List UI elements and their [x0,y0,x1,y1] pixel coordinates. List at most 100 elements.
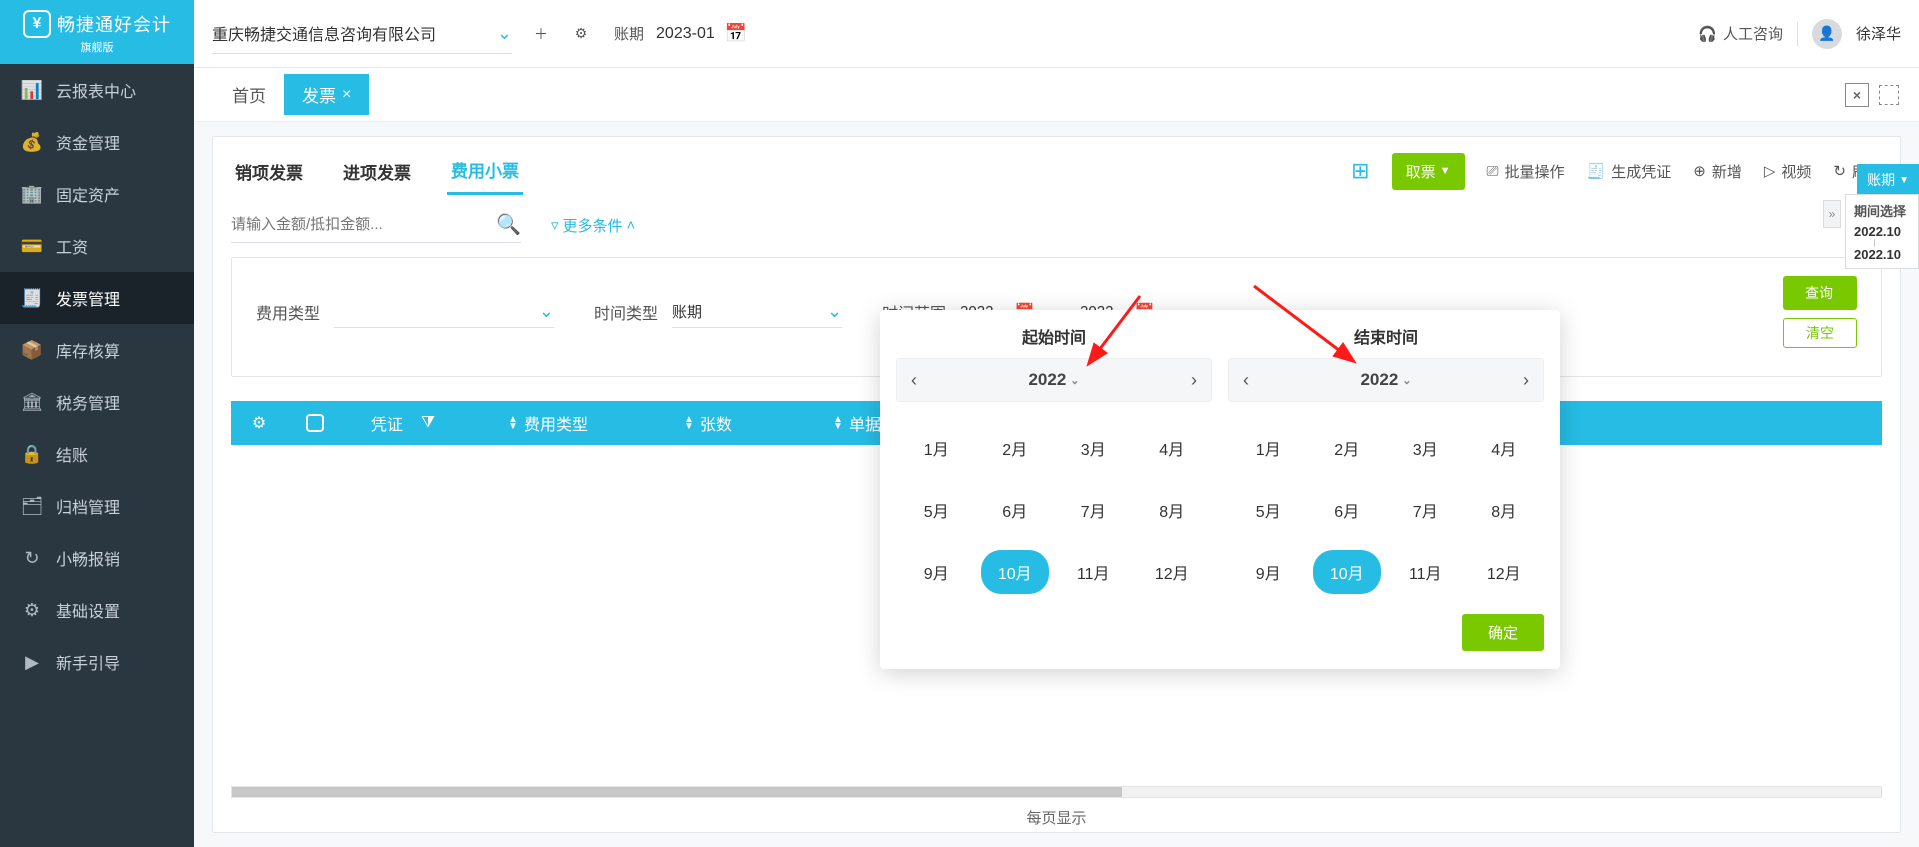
fetch-button[interactable]: 取票▼ [1392,153,1465,190]
clear-button[interactable]: 清空 [1783,318,1857,348]
th-count[interactable]: ▲▼张数 [633,411,783,435]
page-tabs: 首页 发票 × × [194,68,1919,122]
month-option[interactable]: 10月 [981,550,1050,594]
nav-reimburse[interactable]: ↻小畅报销 [0,532,194,584]
search-input[interactable] [231,216,496,233]
next-year-button[interactable]: › [1523,370,1529,391]
period-chip[interactable]: 账期▼ [1857,164,1919,196]
th-settings[interactable]: ⚙ [231,413,287,433]
time-type-select[interactable]: 账期⌄ [672,296,842,328]
subtab-sales[interactable]: 销项发票 [231,149,307,194]
month-option[interactable]: 8月 [1138,488,1207,532]
th-voucher[interactable]: 凭证⧩ [343,411,463,435]
nav-inventory[interactable]: 📦库存核算 [0,324,194,376]
caret-down-icon: ▼ [1440,165,1451,177]
month-option[interactable]: 6月 [981,488,1050,532]
refresh-icon: ↻ [1833,162,1846,180]
settings-button[interactable]: ⚙ [570,23,592,45]
search-row: 🔍 ▿ 更多条件 ˄ [213,195,1900,257]
add-button[interactable]: ⊕新增 [1693,161,1742,182]
headset-icon: 🎧 [1698,25,1717,43]
nav-close[interactable]: 🔒结账 [0,428,194,480]
add-button[interactable]: ＋ [530,23,552,45]
fullscreen-button[interactable] [1879,85,1899,105]
company-select[interactable]: 重庆畅捷交通信息咨询有限公司 ⌄ [212,14,512,54]
month-option[interactable]: 4月 [1470,426,1539,470]
collapse-button[interactable]: » [1823,200,1841,228]
month-option[interactable]: 2月 [1313,426,1382,470]
live-consult-button[interactable]: 🎧 人工咨询 [1698,23,1783,44]
caret-down-icon: ▼ [1899,175,1909,186]
period-panel-title: 期间选择 [1854,201,1910,220]
expense-type-select[interactable]: ⌄ [334,296,554,328]
subtab-purchase[interactable]: 进项发票 [339,149,415,194]
avatar[interactable]: 👤 [1812,19,1842,49]
nav-cloud-report[interactable]: 📊云报表中心 [0,64,194,116]
month-option[interactable]: 10月 [1313,550,1382,594]
close-icon[interactable]: × [342,86,351,104]
month-option[interactable]: 3月 [1391,426,1460,470]
month-option[interactable]: 6月 [1313,488,1382,532]
app-logo: ¥ 畅捷通好会计 旗舰版 [0,0,194,64]
period-panel: 期间选择 2022.10 2022.10 [1845,194,1919,269]
batch-button[interactable]: ⎚批量操作 [1487,161,1565,182]
prev-year-button[interactable]: ‹ [1243,370,1249,391]
nav-fixed-asset[interactable]: 🏢固定资产 [0,168,194,220]
expense-type-label: 费用类型 [256,300,320,324]
th-checkbox[interactable] [287,414,343,432]
bag-icon: 💰 [22,132,42,152]
calendar-icon[interactable]: 📅 [725,23,747,44]
nav-guide[interactable]: ▶新手引导 [0,636,194,688]
nav-settings[interactable]: ⚙基础设置 [0,584,194,636]
month-option[interactable]: 9月 [1234,550,1303,594]
close-all-button[interactable]: × [1845,83,1869,107]
confirm-button[interactable]: 确定 [1462,614,1544,651]
subtab-expense[interactable]: 费用小票 [447,147,523,195]
logo-mark-icon: ¥ [23,10,51,38]
month-option[interactable]: 7月 [1059,488,1128,532]
month-option[interactable]: 11月 [1391,550,1460,594]
nav-salary[interactable]: 💳工资 [0,220,194,272]
list-icon: ⎚ [1487,163,1499,180]
month-option[interactable]: 9月 [902,550,971,594]
more-conditions-toggle[interactable]: ▿ 更多条件 ˄ [551,215,635,236]
date-range-popup: 起始时间 ‹ 2022⌄ › 1月2月3月4月5月6月7月8月9月10月11月1… [880,310,1560,669]
tab-home[interactable]: 首页 [214,74,284,115]
nav-invoice[interactable]: 🧾发票管理 [0,272,194,324]
qr-icon[interactable]: ⊞ [1351,158,1369,184]
period-end[interactable]: 2022.10 [1854,247,1910,262]
month-option[interactable]: 4月 [1138,426,1207,470]
month-option[interactable]: 1月 [1234,426,1303,470]
month-option[interactable]: 11月 [1059,550,1128,594]
month-option[interactable]: 7月 [1391,488,1460,532]
month-option[interactable]: 1月 [902,426,971,470]
search-icon[interactable]: 🔍 [496,212,521,237]
month-option[interactable]: 2月 [981,426,1050,470]
month-option[interactable]: 5月 [902,488,971,532]
nav-archive[interactable]: 🗂归档管理 [0,480,194,532]
nav-tax[interactable]: 🏛税务管理 [0,376,194,428]
month-option[interactable]: 12月 [1470,550,1539,594]
gen-voucher-button[interactable]: 🧾生成凭证 [1587,161,1672,182]
period-start[interactable]: 2022.10 [1854,224,1910,239]
th-type[interactable]: ▲▼费用类型 [463,411,633,435]
month-option[interactable]: 5月 [1234,488,1303,532]
filter-icon: ▿ [551,216,559,234]
horizontal-scrollbar[interactable] [231,786,1882,798]
tab-invoice[interactable]: 发票 × [284,74,369,115]
prev-year-button[interactable]: ‹ [911,370,917,391]
year-select[interactable]: 2022⌄ [1028,370,1079,390]
building-icon: 🏢 [22,184,42,204]
year-select[interactable]: 2022⌄ [1360,370,1411,390]
video-button[interactable]: ▷视频 [1764,161,1812,182]
month-option[interactable]: 3月 [1059,426,1128,470]
next-year-button[interactable]: › [1191,370,1197,391]
nav-fund[interactable]: 💰资金管理 [0,116,194,168]
gear-icon: ⚙ [22,600,42,620]
month-option[interactable]: 12月 [1138,550,1207,594]
topbar: 重庆畅捷交通信息咨询有限公司 ⌄ ＋ ⚙ 账期 2023-01 📅 🎧 人工咨询… [194,0,1919,68]
company-name: 重庆畅捷交通信息咨询有限公司 [212,21,436,45]
subtabs: 销项发票 进项发票 费用小票 ⊞ 取票▼ ⎚批量操作 🧾生成凭证 ⊕新增 ▷视频… [213,137,1900,195]
search-button[interactable]: 查询 [1783,276,1857,310]
month-option[interactable]: 8月 [1470,488,1539,532]
